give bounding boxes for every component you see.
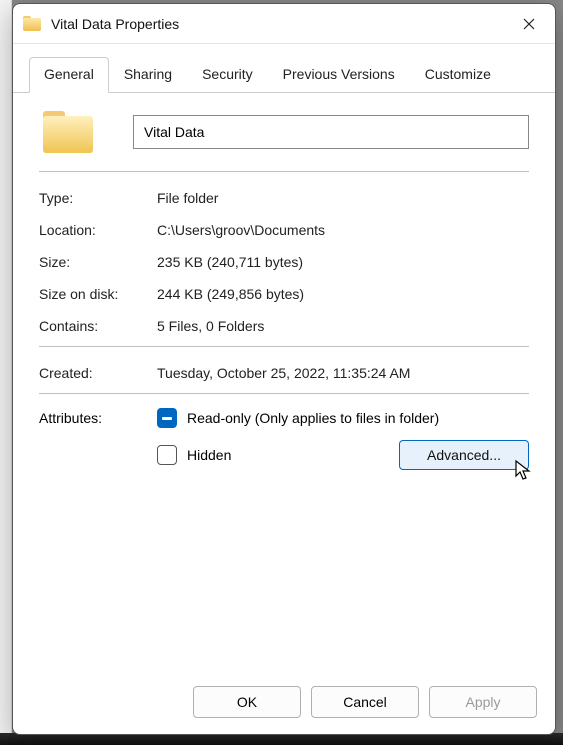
readonly-checkbox[interactable] — [157, 408, 177, 428]
tab-body: Type: File folder Location: C:\Users\gro… — [13, 93, 555, 674]
size-label: Size: — [39, 254, 157, 270]
contains-label: Contains: — [39, 318, 157, 334]
row-type: Type: File folder — [39, 182, 529, 214]
window-title: Vital Data Properties — [51, 16, 507, 32]
created-value: Tuesday, October 25, 2022, 11:35:24 AM — [157, 365, 529, 381]
location-label: Location: — [39, 222, 157, 238]
attributes-label: Attributes: — [39, 408, 157, 426]
size-value: 235 KB (240,711 bytes) — [157, 254, 529, 270]
hidden-label: Hidden — [187, 447, 231, 463]
row-size: Size: 235 KB (240,711 bytes) — [39, 246, 529, 278]
folder-icon — [23, 16, 41, 31]
size-on-disk-label: Size on disk: — [39, 286, 157, 302]
cursor-icon — [514, 459, 532, 481]
divider — [39, 346, 529, 347]
divider — [39, 171, 529, 172]
row-attributes: Attributes: Read-only (Only applies to f… — [39, 408, 529, 470]
divider — [39, 393, 529, 394]
type-label: Type: — [39, 190, 157, 206]
type-value: File folder — [157, 190, 529, 206]
ok-button[interactable]: OK — [193, 686, 301, 718]
folder-large-icon — [43, 111, 93, 153]
row-location: Location: C:\Users\groov\Documents — [39, 214, 529, 246]
titlebar: Vital Data Properties — [13, 4, 555, 44]
tab-general[interactable]: General — [29, 57, 109, 93]
close-button[interactable] — [507, 8, 551, 40]
hidden-checkbox[interactable] — [157, 445, 177, 465]
location-value: C:\Users\groov\Documents — [157, 222, 529, 238]
row-contains: Contains: 5 Files, 0 Folders — [39, 310, 529, 342]
header-row — [39, 105, 529, 167]
dialog-footer: OK Cancel Apply — [13, 674, 555, 734]
size-on-disk-value: 244 KB (249,856 bytes) — [157, 286, 529, 302]
readonly-label: Read-only (Only applies to files in fold… — [187, 410, 439, 426]
hidden-row: Hidden — [157, 445, 231, 465]
close-icon — [523, 18, 535, 30]
cancel-button[interactable]: Cancel — [311, 686, 419, 718]
tab-strip: General Sharing Security Previous Versio… — [13, 44, 555, 93]
advanced-button-label: Advanced... — [427, 447, 501, 463]
apply-button: Apply — [429, 686, 537, 718]
row-created: Created: Tuesday, October 25, 2022, 11:3… — [39, 357, 529, 389]
tab-sharing[interactable]: Sharing — [109, 57, 187, 93]
contains-value: 5 Files, 0 Folders — [157, 318, 529, 334]
readonly-row: Read-only (Only applies to files in fold… — [157, 408, 529, 428]
tab-previous-versions[interactable]: Previous Versions — [268, 57, 410, 93]
tab-security[interactable]: Security — [187, 57, 268, 93]
created-label: Created: — [39, 365, 157, 381]
advanced-button[interactable]: Advanced... — [399, 440, 529, 470]
row-size-on-disk: Size on disk: 244 KB (249,856 bytes) — [39, 278, 529, 310]
properties-dialog: Vital Data Properties General Sharing Se… — [12, 3, 556, 735]
tab-customize[interactable]: Customize — [410, 57, 506, 93]
folder-name-input[interactable] — [133, 115, 529, 149]
